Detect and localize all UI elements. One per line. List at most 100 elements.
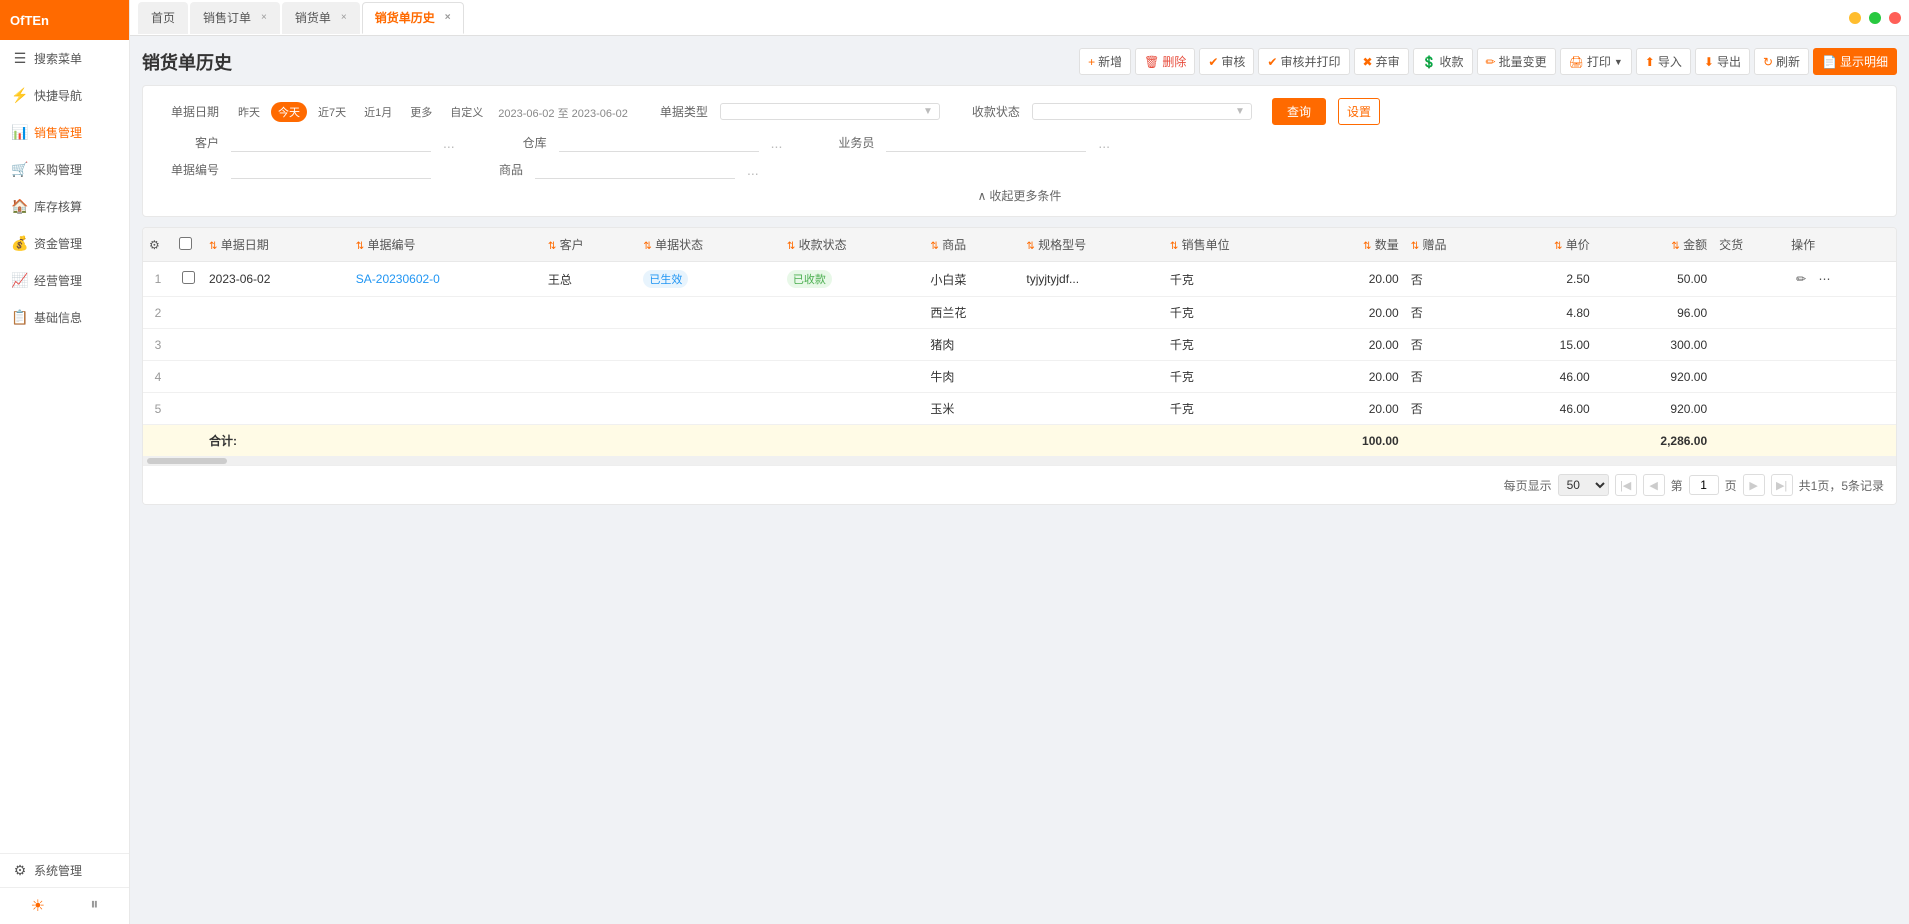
th-doc-date[interactable]: ⇅ 单据日期 [203,228,350,262]
cell-row-num: 2 [143,297,173,329]
collect-button[interactable]: 💲 收款 [1413,48,1473,75]
row-checkbox[interactable] [182,271,195,284]
th-customer[interactable]: ⇅ 客户 [542,228,637,262]
review-print-button[interactable]: ✔ 审核并打印 [1258,48,1349,75]
import-button[interactable]: ⬆ 导入 [1636,48,1691,75]
doc-type-select[interactable]: ▼ [720,103,940,120]
sidebar-bottom-icon-2[interactable]: ⏸ [90,896,98,916]
sidebar-item-basic-info[interactable]: 📋 基础信息 [0,299,129,336]
cell-unit-price: 2.50 [1500,262,1595,297]
date-btn-yesterday[interactable]: 昨天 [231,102,267,122]
goods-input[interactable] [535,160,735,179]
cell-amount: 920.00 [1596,361,1713,393]
print-dropdown-icon: ▼ [1614,57,1623,67]
last-page-btn[interactable]: ▶| [1771,474,1793,496]
more-action-btn[interactable]: ⋯ [1814,269,1834,289]
th-action-label: 操作 [1791,238,1815,252]
th-doc-number[interactable]: ⇅ 单据编号 [350,228,542,262]
cell-quantity: 20.00 [1307,262,1404,297]
cell-amount: 50.00 [1596,262,1713,297]
select-all-checkbox[interactable] [179,237,192,250]
th-amount[interactable]: ⇅ 金额 [1596,228,1713,262]
tab-sales-goods-close[interactable]: × [341,12,347,23]
tab-sales-history[interactable]: 销货单历史 × [362,2,464,34]
cell-doc-date [203,361,350,393]
window-close-btn[interactable] [1889,12,1901,24]
goods-dots[interactable]: ... [747,162,759,178]
th-goods-label: 商品 [942,238,966,252]
date-btn-custom[interactable]: 自定义 [443,102,490,122]
tab-home[interactable]: 首页 [138,2,188,34]
cell-doc-number [350,329,542,361]
current-page-input[interactable] [1689,475,1719,495]
delete-button[interactable]: 🗑 删除 [1135,48,1195,75]
batch-change-button[interactable]: ✏ 批量变更 [1477,48,1556,75]
th-sale-unit[interactable]: ⇅ 销售单位 [1164,228,1307,262]
sort-icon: ⇅ [1170,241,1178,252]
next-page-btn[interactable]: ▶ [1743,474,1765,496]
window-minimize-btn[interactable] [1849,12,1861,24]
date-btn-7days[interactable]: 近7天 [311,102,353,122]
sidebar-item-search-menu[interactable]: ☰ 搜索菜单 [0,40,129,77]
collect-status-select[interactable]: ▼ [1032,103,1252,120]
th-doc-status[interactable]: ⇅ 单据状态 [637,228,780,262]
collapse-button[interactable]: ∧ 收起更多条件 [978,187,1062,204]
customer-input[interactable] [231,133,431,152]
refresh-label: 刷新 [1776,53,1800,70]
th-collect-status[interactable]: ⇅ 收款状态 [781,228,924,262]
export-button[interactable]: ⬇ 导出 [1695,48,1750,75]
cell-sale-unit: 千克 [1164,262,1307,297]
scrollbar-thumb[interactable] [147,458,227,464]
table-settings-icon[interactable]: ⚙ [149,238,160,252]
refresh-button[interactable]: ↻ 刷新 [1754,48,1809,75]
cell-row-num: 5 [143,393,173,425]
review-label: 审核 [1221,53,1245,70]
customer-dots[interactable]: ... [443,135,455,151]
horizontal-scrollbar[interactable] [143,457,1896,465]
tab-sales-history-close[interactable]: × [445,12,451,23]
salesperson-dots[interactable]: ... [1098,135,1110,151]
sidebar-item-system-mgmt[interactable]: ⚙ 系统管理 [0,854,129,887]
tab-sales-order-close[interactable]: × [261,12,267,23]
sidebar-item-sales-mgmt[interactable]: 📊 销售管理 [0,114,129,151]
abandon-button[interactable]: ✖ 弃审 [1354,48,1409,75]
edit-action-btn[interactable]: ✏ [1791,269,1811,289]
add-button[interactable]: + 新增 [1079,48,1131,75]
page-container: 销货单历史 + 新增 🗑 删除 ✔ 审核 ✔ 审核并打印 ✖ 弃审 [130,36,1909,924]
cell-checkbox [173,297,203,329]
sidebar-item-purchase-mgmt[interactable]: 🛒 采购管理 [0,151,129,188]
sidebar-bottom: ⚙ 系统管理 ☀ ⏸ [0,853,129,924]
sidebar-item-quick-nav[interactable]: ⚡ 快捷导航 [0,77,129,114]
tab-sales-order[interactable]: 销售订单 × [190,2,280,34]
salesperson-input[interactable] [886,133,1086,152]
doc-number-link[interactable]: SA-20230602-0 [356,272,440,286]
th-unit-price[interactable]: ⇅ 单价 [1500,228,1595,262]
cell-gift: 否 [1405,297,1500,329]
tab-sales-goods[interactable]: 销货单 × [282,2,360,34]
settings-filter-button[interactable]: 设置 [1338,98,1380,125]
th-spec-type[interactable]: ⇅ 规格型号 [1020,228,1163,262]
date-btn-today[interactable]: 今天 [271,102,307,122]
th-goods[interactable]: ⇅ 商品 [924,228,1020,262]
sidebar-item-ops-mgmt[interactable]: 📈 经营管理 [0,262,129,299]
review-button[interactable]: ✔ 审核 [1199,48,1254,75]
window-maximize-btn[interactable] [1869,12,1881,24]
sidebar-item-fund-mgmt[interactable]: 💰 资金管理 [0,225,129,262]
sidebar-bottom-icon-1[interactable]: ☀ [31,896,45,916]
prev-page-btn[interactable]: ◀ [1643,474,1665,496]
date-btn-1month[interactable]: 近1月 [357,102,399,122]
th-collect-status-label: 收款状态 [799,238,847,252]
page-size-select[interactable]: 50 100 200 [1558,474,1609,496]
sidebar-item-inventory-calc[interactable]: 🏠 库存核算 [0,188,129,225]
th-gift[interactable]: ⇅ 赠品 [1405,228,1500,262]
first-page-btn[interactable]: |◀ [1615,474,1637,496]
query-button[interactable]: 查询 [1272,98,1326,125]
date-btn-more[interactable]: 更多 [403,102,439,122]
show-detail-button[interactable]: 📄 显示明细 [1813,48,1897,75]
warehouse-input[interactable] [559,133,759,152]
query-label: 查询 [1287,103,1311,120]
warehouse-dots[interactable]: ... [771,135,783,151]
print-button[interactable]: 🖨 打印 ▼ [1560,48,1632,75]
doc-number-input[interactable] [231,160,431,179]
th-quantity[interactable]: ⇅ 数量 [1307,228,1404,262]
